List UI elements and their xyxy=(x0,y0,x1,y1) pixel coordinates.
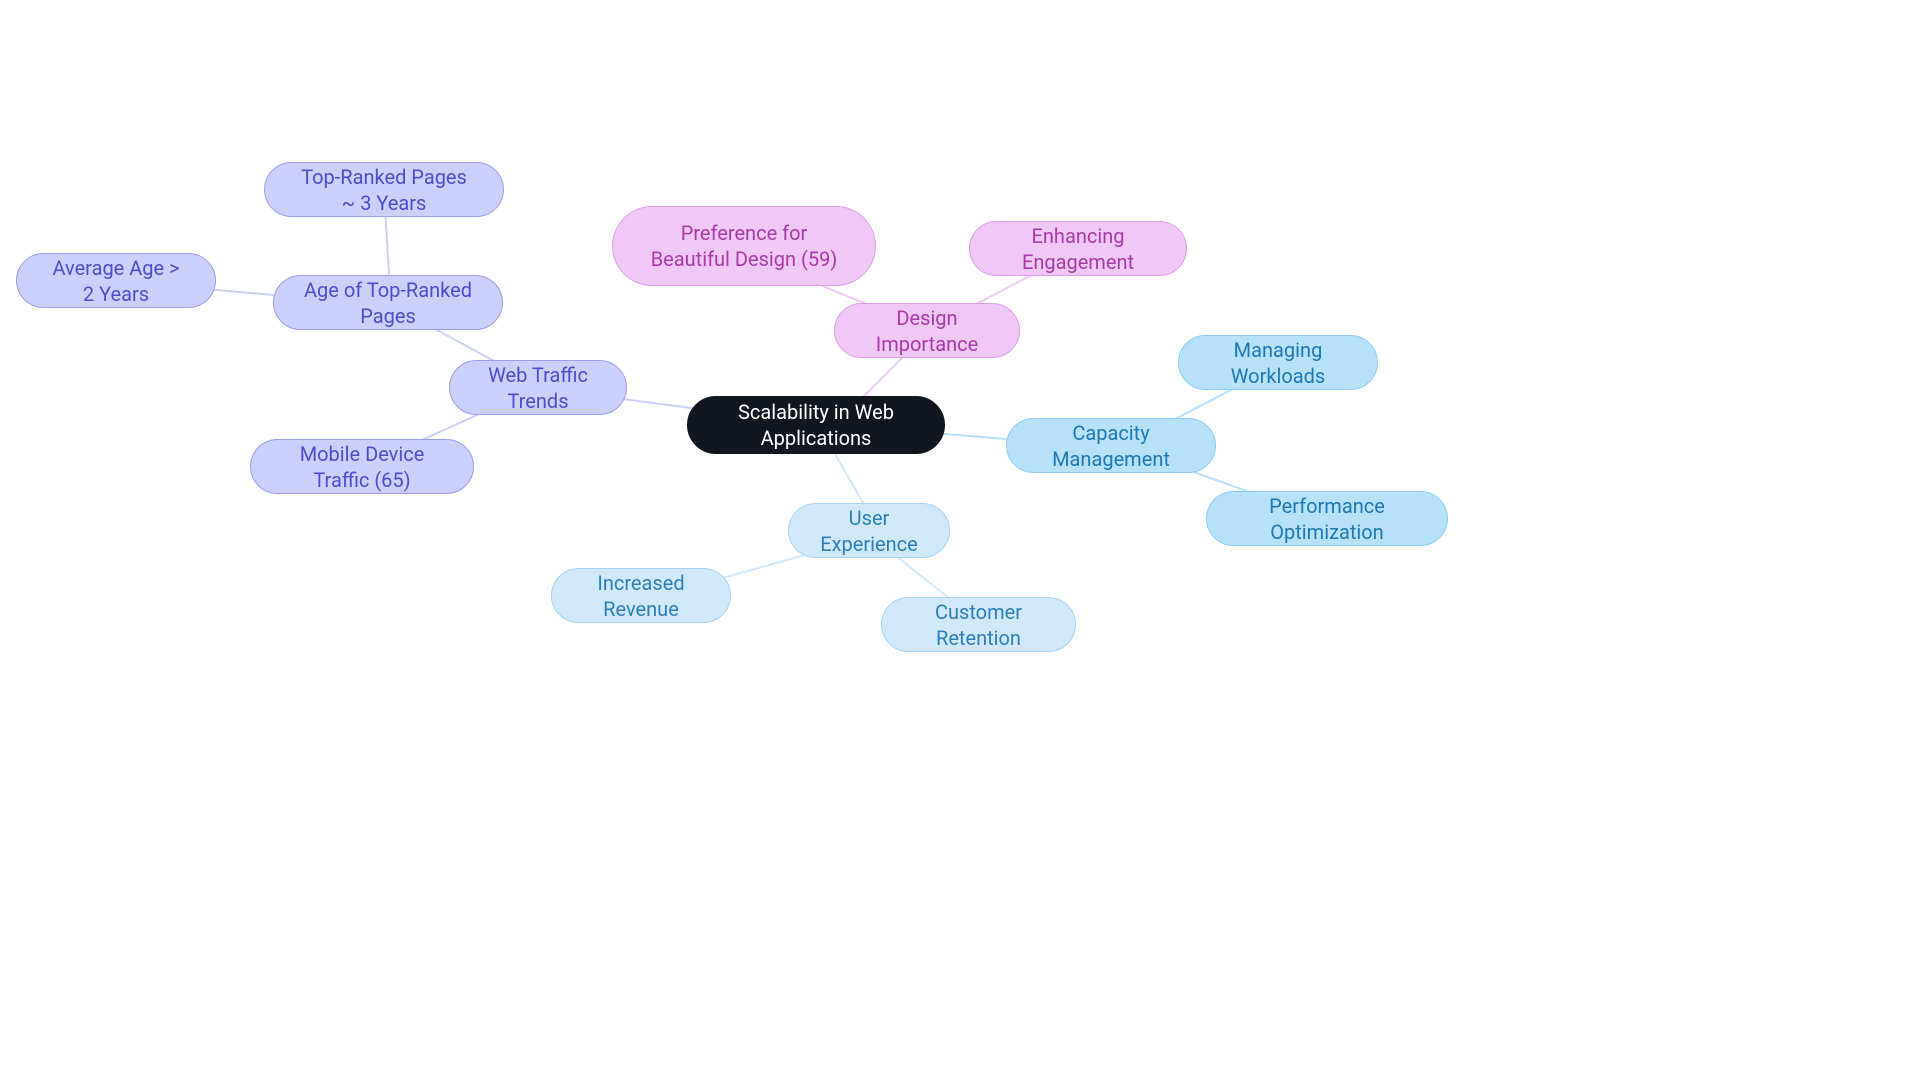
node-capacity-management[interactable]: Capacity Management xyxy=(1006,418,1216,473)
node-user-experience[interactable]: User Experience xyxy=(788,503,950,558)
root-node[interactable]: Scalability in Web Applications xyxy=(687,396,945,454)
node-enhancing-engagement[interactable]: Enhancing Engagement xyxy=(969,221,1187,276)
node-design-importance[interactable]: Design Importance xyxy=(834,303,1020,358)
node-performance-optimization[interactable]: Performance Optimization xyxy=(1206,491,1448,546)
node-average-age[interactable]: Average Age > 2 Years xyxy=(16,253,216,308)
node-top-ranked-3years[interactable]: Top-Ranked Pages ~ 3 Years xyxy=(264,162,504,217)
node-increased-revenue[interactable]: Increased Revenue xyxy=(551,568,731,623)
node-mobile-device-traffic[interactable]: Mobile Device Traffic (65) xyxy=(250,439,474,494)
node-managing-workloads[interactable]: Managing Workloads xyxy=(1178,335,1378,390)
node-age-top-ranked-pages[interactable]: Age of Top-Ranked Pages xyxy=(273,275,503,330)
node-customer-retention[interactable]: Customer Retention xyxy=(881,597,1076,652)
node-web-traffic-trends[interactable]: Web Traffic Trends xyxy=(449,360,627,415)
node-preference-beautiful-design[interactable]: Preference for Beautiful Design (59) xyxy=(612,206,876,286)
